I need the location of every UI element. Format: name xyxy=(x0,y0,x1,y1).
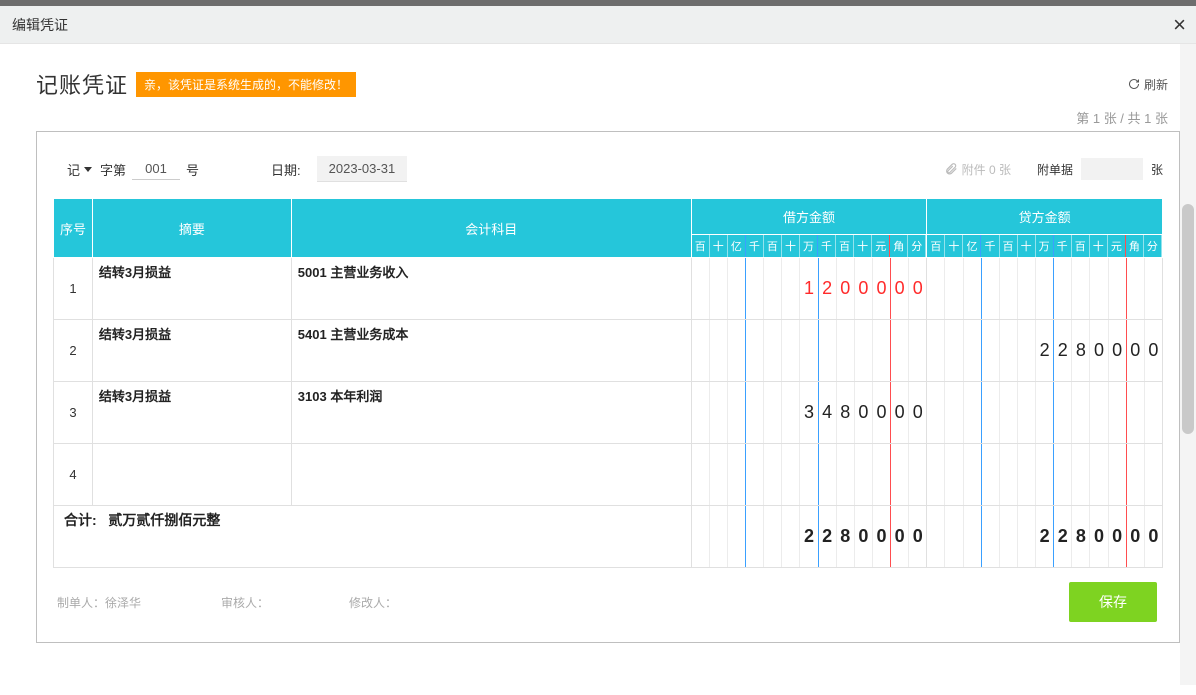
row-summary[interactable]: 结转3月损益 xyxy=(92,320,291,382)
close-icon[interactable]: × xyxy=(1173,12,1186,38)
refresh-button[interactable]: 刷新 xyxy=(1128,76,1168,93)
row-debit[interactable]: 1200000 xyxy=(691,258,927,320)
table-row[interactable]: 1结转3月损益5001 主营业务收入1200000 xyxy=(54,258,1163,320)
refresh-label: 刷新 xyxy=(1144,76,1168,93)
table-row[interactable]: 4 xyxy=(54,444,1163,506)
voucher-card: 记 字第 001 号 日期: 2023-03-31 附件 0 张 附单据 张 xyxy=(36,131,1180,643)
table-row[interactable]: 3结转3月损益3103 本年利润3480000 xyxy=(54,382,1163,444)
row-credit[interactable]: 2280000 xyxy=(927,320,1163,382)
total-row: 合计: 贰万贰仟捌佰元整 2280000 2280000 xyxy=(54,506,1163,568)
maker: 制单人：徐泽华 xyxy=(57,594,141,611)
row-account[interactable] xyxy=(291,444,691,506)
refresh-icon xyxy=(1128,78,1140,90)
total-label: 合计: xyxy=(64,512,97,528)
credit-units-header: 百十亿千百十万千百十元角分 xyxy=(927,235,1163,258)
pager-current: 1 xyxy=(1093,111,1100,126)
page-title-row: 记账凭证 亲，该凭证是系统生成的，不能修改！ 刷新 xyxy=(36,68,1180,100)
col-header-summary: 摘要 xyxy=(92,199,291,258)
row-credit[interactable] xyxy=(927,258,1163,320)
attachment-sheet-unit: 张 xyxy=(1151,161,1163,178)
row-debit[interactable] xyxy=(691,444,927,506)
row-summary[interactable]: 结转3月损益 xyxy=(92,258,291,320)
pager-text: 第 xyxy=(1076,111,1093,126)
readonly-warning-badge: 亲，该凭证是系统生成的，不能修改！ xyxy=(136,72,356,97)
total-credit-cell: 2280000 xyxy=(927,506,1163,568)
row-credit[interactable] xyxy=(927,444,1163,506)
scrollbar-thumb[interactable] xyxy=(1182,204,1194,434)
voucher-footer: 制单人：徐泽华 审核人： 修改人： 保存 xyxy=(53,568,1163,622)
date-input[interactable]: 2023-03-31 xyxy=(317,156,408,182)
debit-units-header: 百十亿千百十万千百十元角分 xyxy=(691,235,927,258)
row-sn: 1 xyxy=(54,258,93,320)
row-sn: 4 xyxy=(54,444,93,506)
row-sn: 2 xyxy=(54,320,93,382)
attachment-link[interactable]: 附件 0 张 xyxy=(944,161,1011,178)
attachment-count-text: 附件 0 张 xyxy=(962,161,1011,178)
row-account[interactable]: 5401 主营业务成本 xyxy=(291,320,691,382)
dialog-title: 编辑凭证 xyxy=(12,15,68,35)
total-amount-words: 贰万贰仟捌佰元整 xyxy=(108,512,220,528)
row-credit[interactable] xyxy=(927,382,1163,444)
total-debit-cell: 2280000 xyxy=(691,506,927,568)
table-row[interactable]: 2结转3月损益5401 主营业务成本 2280000 xyxy=(54,320,1163,382)
paperclip-icon xyxy=(944,162,958,176)
voucher-type-select[interactable]: 记 xyxy=(65,157,94,182)
total-label-cell: 合计: 贰万贰仟捌佰元整 xyxy=(54,506,692,568)
voucher-type-value: 记 xyxy=(67,160,80,179)
pager-text: 张 xyxy=(1151,111,1168,126)
col-header-debit: 借方金额 xyxy=(691,199,927,235)
dialog-header: 编辑凭证 × xyxy=(0,6,1196,44)
row-account[interactable]: 3103 本年利润 xyxy=(291,382,691,444)
voucher-meta-row: 记 字第 001 号 日期: 2023-03-31 附件 0 张 附单据 张 xyxy=(53,156,1163,198)
pager-text: 张 / 共 xyxy=(1100,111,1144,126)
attachment-sheet-label: 附单据 xyxy=(1037,161,1073,178)
voucher-table: 序号 摘要 会计科目 借方金额 贷方金额 百十亿千百十万千百十元角分 百十亿千百… xyxy=(53,198,1163,568)
vertical-scrollbar[interactable] xyxy=(1180,44,1196,685)
seq-prefix: 字第 xyxy=(100,160,126,179)
auditor: 审核人： xyxy=(221,594,269,611)
caret-down-icon xyxy=(84,167,92,172)
pager: 第 1 张 / 共 1 张 xyxy=(36,100,1180,131)
row-summary[interactable]: 结转3月损益 xyxy=(92,382,291,444)
page-title: 记账凭证 xyxy=(36,68,128,100)
row-sn: 3 xyxy=(54,382,93,444)
col-header-sn: 序号 xyxy=(54,199,93,258)
row-debit[interactable]: 3480000 xyxy=(691,382,927,444)
attachment-sheet-input[interactable] xyxy=(1081,158,1143,180)
col-header-credit: 贷方金额 xyxy=(927,199,1163,235)
date-label: 日期: xyxy=(271,160,301,179)
row-account[interactable]: 5001 主营业务收入 xyxy=(291,258,691,320)
seq-suffix: 号 xyxy=(186,160,199,179)
row-summary[interactable] xyxy=(92,444,291,506)
col-header-account: 会计科目 xyxy=(291,199,691,258)
modifier: 修改人： xyxy=(349,594,397,611)
save-button[interactable]: 保存 xyxy=(1069,582,1157,622)
voucher-number-input[interactable]: 001 xyxy=(132,158,180,180)
attachment-sheets: 附单据 张 xyxy=(1037,158,1163,180)
row-debit[interactable] xyxy=(691,320,927,382)
